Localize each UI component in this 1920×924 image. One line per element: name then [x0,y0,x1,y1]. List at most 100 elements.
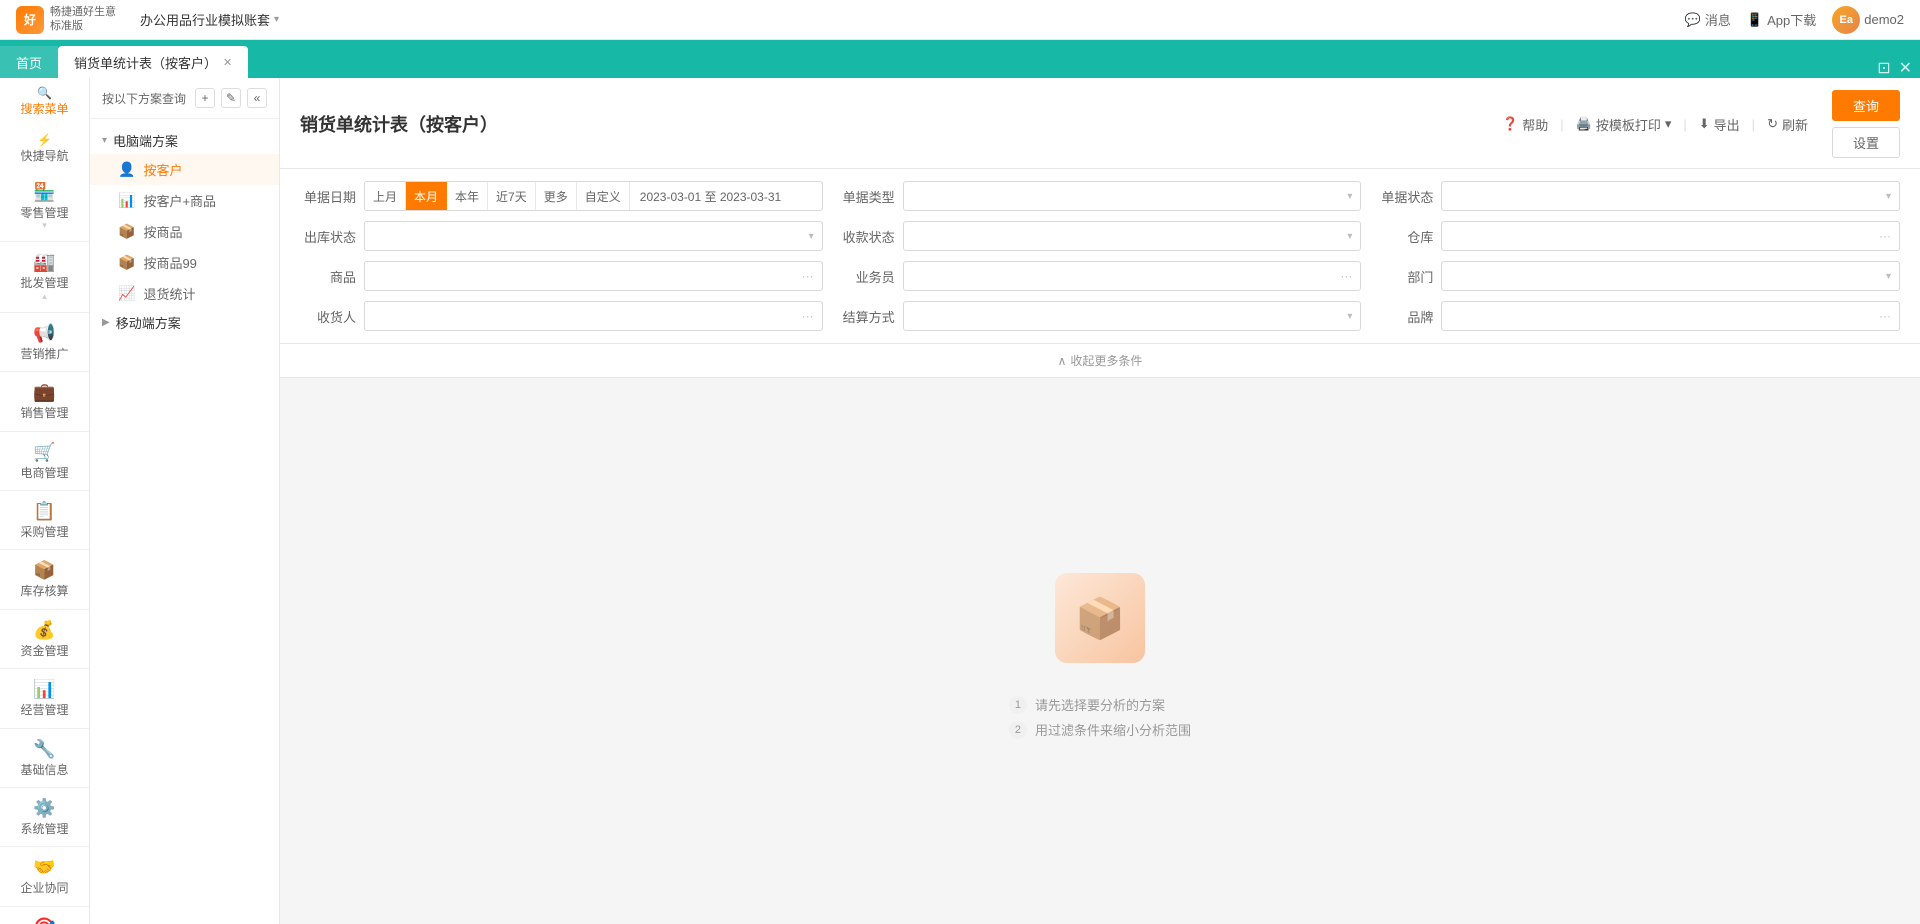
collapse-button[interactable]: ∧ 收起更多条件 [1046,350,1155,371]
scheme-group-mobile[interactable]: ▶ 移动端方案 [90,309,279,336]
empty-hint-2: 2 用过滤条件来缩小分析范围 [1009,720,1191,739]
date-last-month[interactable]: 上月 [365,182,406,210]
salesperson-select[interactable]: ··· [903,261,1362,291]
scheme-header: 按以下方案查询 + ✎ « [90,78,279,119]
dept-select[interactable]: ▾ [1441,261,1900,291]
return-stats-icon: 📈 [118,285,135,302]
sidebar-item-wholesale[interactable]: 🏭 批发管理 ▴ [0,242,89,312]
date-last7[interactable]: 近7天 [488,182,536,210]
customer-goods-icon: 📊 [118,192,135,209]
goods99-icon: 📦 [118,254,135,271]
warehouse-label: 仓库 [1377,227,1433,246]
doc-status-label: 单据状态 [1377,187,1433,206]
scheme-header-actions: + ✎ « [195,88,267,108]
filter-receiver: 收货人 ··· [300,301,823,331]
sidebar-item-ecommerce[interactable]: 🛒 电商管理 [0,432,89,491]
date-current-year[interactable]: 本年 [447,182,488,210]
scheme-item-by-goods99[interactable]: 📦 按商品99 [90,247,279,278]
filter-row-3: 商品 ··· 业务员 ··· 部门 [300,261,1900,291]
scheme-item-by-goods[interactable]: 📦 按商品 [90,216,279,247]
sidebar-item-inventory[interactable]: 📦 库存核算 [0,550,89,609]
expand-icon: ▾ [102,135,107,146]
logo-icon: 好 [16,6,44,34]
date-custom[interactable]: 自定义 [577,182,630,210]
date-current-month[interactable]: 本月 [406,182,447,210]
scheme-item-by-customer-goods[interactable]: 📊 按客户+商品 [90,185,279,216]
empty-state: 1 请先选择要分析的方案 2 用过滤条件来缩小分析范围 [280,378,1920,924]
sidebar-item-purchase[interactable]: 📋 采购管理 [0,491,89,550]
mobile-expand-icon: ▶ [102,317,110,328]
help-button[interactable]: ❓ 帮助 [1502,115,1548,134]
brand-select[interactable]: ··· [1441,301,1900,331]
basic-icon: 🔧 [33,739,55,760]
close-window-button[interactable]: ✕ [1899,58,1912,78]
report-area: 销货单统计表（按客户） ❓ 帮助 | 🖨️ 按模板打印 ▾ | ⬇ [280,78,1920,924]
date-more[interactable]: 更多 [536,182,577,210]
query-button[interactable]: 查询 [1832,90,1900,121]
item-customer-goods-label: 按客户+商品 [143,191,216,210]
scheme-collapse-button[interactable]: « [247,88,267,108]
receiver-select[interactable]: ··· [364,301,823,331]
doc-type-select[interactable]: ▾ [903,181,1362,211]
date-label: 单据日期 [300,187,356,206]
scheme-group-desktop[interactable]: ▾ 电脑端方案 [90,127,279,154]
search-menu-label: 搜索菜单 [20,100,68,117]
user-area[interactable]: Ea demo2 [1832,6,1904,34]
tab-close-button[interactable]: ✕ [223,56,232,69]
tab-bar-actions: ⊡ ✕ [1877,58,1920,78]
report-actions: ❓ 帮助 | 🖨️ 按模板打印 ▾ | ⬇ 导出 | [1502,90,1900,158]
export-button[interactable]: ⬇ 导出 [1699,115,1740,134]
dept-label: 部门 [1377,267,1433,286]
wholesale-icon: 🏭 [33,252,55,273]
sidebar-item-quick-nav[interactable]: ⚡ 快捷导航 [0,125,89,172]
scheme-add-button[interactable]: + [195,88,215,108]
sidebar-item-retail[interactable]: 🏪 零售管理 ▾ [0,172,89,242]
main-layout: 🔍 搜索菜单 ⚡ 快捷导航 🏪 零售管理 ▾ 🏭 批发管理 ▴ 📢 营销推广 💼… [0,78,1920,924]
sidebar-item-search-menu[interactable]: 🔍 搜索菜单 [0,78,89,125]
tab-home[interactable]: 首页 [0,46,58,78]
avatar: Ea [1832,6,1860,34]
tab-report[interactable]: 销货单统计表（按客户） ✕ [58,46,248,78]
item-goods-label: 按商品 [143,222,182,241]
warehouse-select[interactable]: ··· [1441,221,1900,251]
message-label: 消息 [1705,10,1731,29]
hint-num-2: 2 [1009,721,1027,739]
home-tab-label: 首页 [16,53,42,72]
scheme-item-return-stats[interactable]: 📈 退货统计 [90,278,279,309]
item-return-label: 退货统计 [143,284,195,303]
doc-status-select[interactable]: ▾ [1441,181,1900,211]
payment-select[interactable]: ▾ [903,301,1362,331]
goods-select[interactable]: ··· [364,261,823,291]
template-print-button[interactable]: 🖨️ 按模板打印 ▾ [1576,115,1672,134]
sidebar-item-finance[interactable]: 💰 资金管理 [0,610,89,669]
scheme-panel: 按以下方案查询 + ✎ « ▾ 电脑端方案 [90,78,280,924]
message-button[interactable]: 💬 消息 [1685,10,1731,29]
workspace-selector[interactable]: 办公用品行业模拟账套 ▾ [140,10,279,29]
date-range-display: 2023-03-01 至 2023-03-31 [630,188,822,205]
restore-window-button[interactable]: ⊡ [1877,58,1890,78]
refresh-button[interactable]: ↻ 刷新 [1767,115,1808,134]
settings-button[interactable]: 设置 [1832,127,1900,158]
out-status-select[interactable]: ▾ [364,221,823,251]
sidebar-item-operations[interactable]: 📊 经营管理 [0,669,89,728]
header-right: 💬 消息 📱 App下载 Ea demo2 [1685,6,1904,34]
sidebar-item-sales[interactable]: 💼 销售管理 [0,372,89,431]
filter-goods: 商品 ··· [300,261,823,291]
sidebar-item-basic[interactable]: 🔧 基础信息 [0,729,89,788]
receive-status-label: 收款状态 [839,227,895,246]
scheme-edit-button[interactable]: ✎ [221,88,241,108]
sidebar-item-marketing[interactable]: 📢 营销推广 [0,313,89,372]
app-download-label: App下载 [1767,10,1816,29]
search-icon: 🔍 [37,86,52,100]
help-label: 帮助 [1522,115,1548,134]
receive-status-select[interactable]: ▾ [903,221,1362,251]
workspace-chevron: ▾ [274,14,279,25]
scheme-item-by-customer[interactable]: 👤 按客户 [90,154,279,185]
sidebar-item-guide[interactable]: 🎯 新手引导 [0,907,89,924]
filter-row-4: 收货人 ··· 结算方式 ▾ 品牌 [300,301,1900,331]
sidebar-item-enterprise[interactable]: 🤝 企业协同 [0,847,89,906]
group-mobile-label: 移动端方案 [116,313,181,332]
filter-payment: 结算方式 ▾ [839,301,1362,331]
sidebar-item-system[interactable]: ⚙️ 系统管理 [0,788,89,847]
app-download-button[interactable]: 📱 App下载 [1747,10,1816,29]
